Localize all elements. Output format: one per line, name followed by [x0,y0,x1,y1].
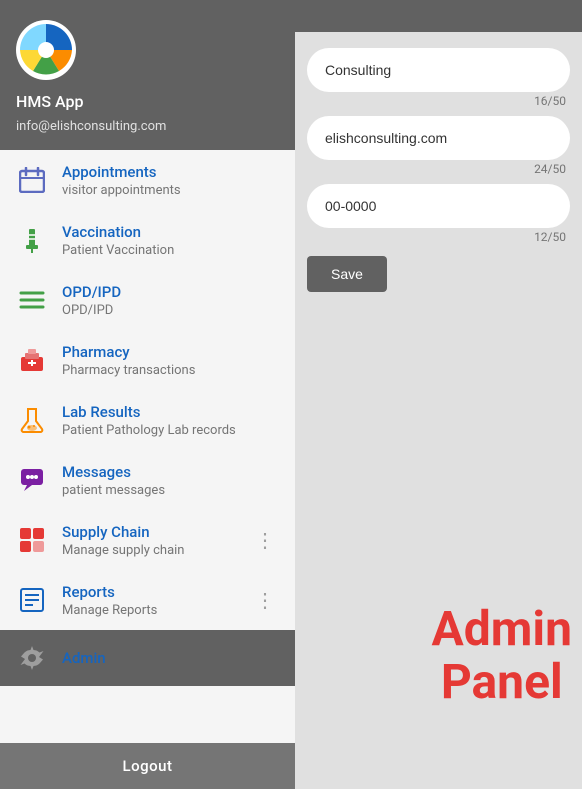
save-button[interactable]: Save [307,256,387,292]
lab-results-subtitle: Patient Pathology Lab records [62,423,279,438]
appointments-subtitle: visitor appointments [62,183,279,198]
sidebar-item-opd-ipd[interactable]: OPD/IPD OPD/IPD [0,270,295,330]
app-logo [16,20,76,80]
logo-pie-chart [18,22,74,78]
appointments-title: Appointments [62,163,279,181]
messages-subtitle: patient messages [62,483,279,498]
supply-chain-subtitle: Manage supply chain [62,543,251,558]
sidebar-item-supply-chain[interactable]: Supply Chain Manage supply chain ⋮ [0,510,295,570]
chat-icon [16,464,48,496]
sidebar-header: HMS App info@elishconsulting.com [0,0,295,150]
pharmacy-subtitle: Pharmacy transactions [62,363,279,378]
supply-icon [16,524,48,556]
logout-button[interactable]: Logout [0,743,295,789]
field3-wrap: 12/50 [307,184,570,244]
opd-ipd-text: OPD/IPD OPD/IPD [62,283,279,318]
field1-wrap: 16/50 [307,48,570,108]
reports-more-icon[interactable]: ⋮ [251,584,279,616]
sidebar-item-lab-results[interactable]: Lab Results Patient Pathology Lab record… [0,390,295,450]
field1-input[interactable] [307,48,570,92]
pharmacy-icon [16,344,48,376]
vaccination-title: Vaccination [62,223,279,241]
admin-title: Admin [62,649,106,667]
pharmacy-text: Pharmacy Pharmacy transactions [62,343,279,378]
calendar-icon [16,164,48,196]
sidebar: HMS App info@elishconsulting.com Appoint… [0,0,295,789]
gear-icon [16,642,48,674]
pharmacy-title: Pharmacy [62,343,279,361]
app-name: HMS App [16,92,279,111]
topbar [295,0,582,32]
reports-icon [16,584,48,616]
reports-text: Reports Manage Reports [62,583,251,618]
field3-input[interactable] [307,184,570,228]
reports-title: Reports [62,583,251,601]
field2-wrap: 24/50 [307,116,570,176]
supply-chain-text: Supply Chain Manage supply chain [62,523,251,558]
field1-char-count: 16/50 [307,94,566,108]
lab-results-text: Lab Results Patient Pathology Lab record… [62,403,279,438]
sidebar-item-admin[interactable]: Admin [0,630,295,686]
list-icon [16,284,48,316]
appointments-text: Appointments visitor appointments [62,163,279,198]
sidebar-item-pharmacy[interactable]: Pharmacy Pharmacy transactions [0,330,295,390]
sidebar-item-messages[interactable]: Messages patient messages [0,450,295,510]
opd-ipd-subtitle: OPD/IPD [62,303,279,318]
supply-chain-more-icon[interactable]: ⋮ [251,524,279,556]
sidebar-item-appointments[interactable]: Appointments visitor appointments [0,150,295,210]
vaccination-text: Vaccination Patient Vaccination [62,223,279,258]
field2-input[interactable] [307,116,570,160]
field3-char-count: 12/50 [307,230,566,244]
app-email: info@elishconsulting.com [16,119,279,134]
admin-panel-label: AdminPanel [432,603,572,709]
opd-ipd-title: OPD/IPD [62,283,279,301]
vaccination-subtitle: Patient Vaccination [62,243,279,258]
field2-char-count: 24/50 [307,162,566,176]
syringe-icon [16,224,48,256]
lab-icon [16,404,48,436]
sidebar-item-vaccination[interactable]: Vaccination Patient Vaccination [0,210,295,270]
messages-title: Messages [62,463,279,481]
supply-chain-title: Supply Chain [62,523,251,541]
reports-subtitle: Manage Reports [62,603,251,618]
sidebar-nav: Appointments visitor appointments Vaccin… [0,150,295,743]
lab-results-title: Lab Results [62,403,279,421]
messages-text: Messages patient messages [62,463,279,498]
sidebar-item-reports[interactable]: Reports Manage Reports ⋮ [0,570,295,630]
form-area: 16/50 24/50 12/50 Save [295,32,582,308]
main-panel: 16/50 24/50 12/50 Save AdminPanel [295,0,582,789]
